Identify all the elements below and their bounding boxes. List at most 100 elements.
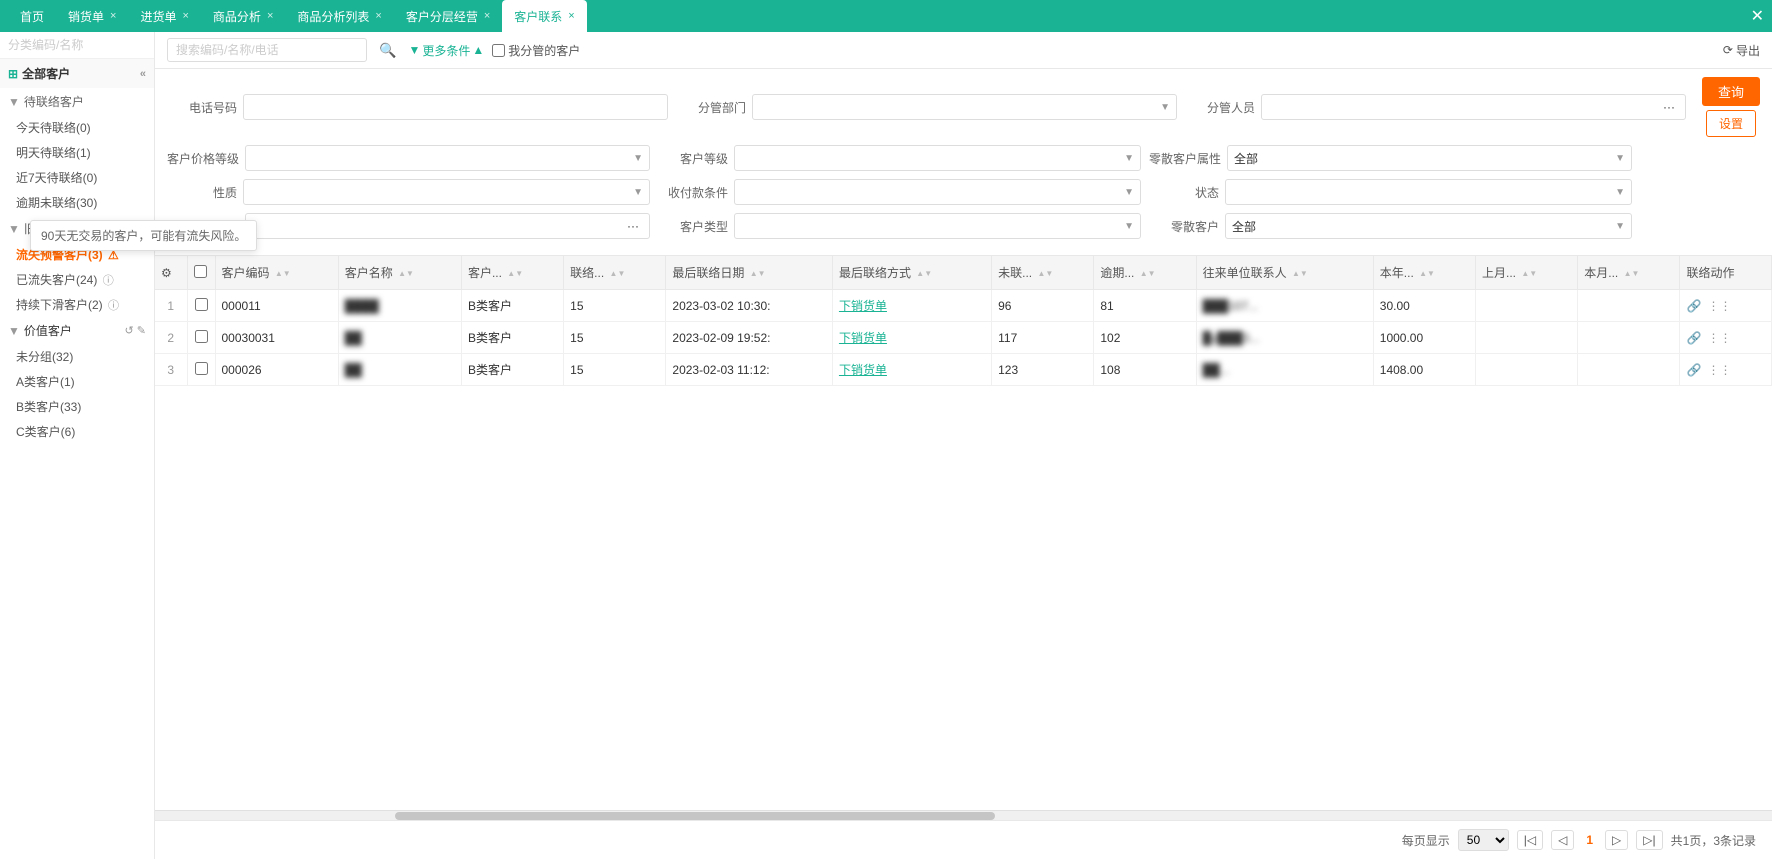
th-overdue: 逾期... ▲▼ [1094, 256, 1196, 290]
sidebar-item-a-class[interactable]: A类客户(1) [0, 369, 154, 394]
sort-notcontact-icon[interactable]: ▲▼ [1037, 270, 1053, 278]
cell-this-month [1578, 322, 1680, 354]
tab-close-product-analysis[interactable]: × [267, 10, 273, 22]
row-checkbox-0[interactable] [195, 298, 208, 311]
sidebar-search-input[interactable] [8, 38, 155, 52]
export-icon: ⟳ [1723, 43, 1733, 57]
first-page-btn[interactable]: |◁ [1517, 830, 1543, 850]
sidebar-item-tomorrow[interactable]: 明天待联络(1) [0, 140, 154, 165]
zero-retail-select[interactable]: 全部 ▼ [1227, 145, 1632, 171]
sidebar-item-declining[interactable]: 持续下滑客户(2) ⓘ [0, 292, 154, 317]
action-link-icon[interactable]: 🔗 [1686, 363, 1701, 377]
action-link-icon[interactable]: 🔗 [1686, 331, 1701, 345]
sidebar-item-7days[interactable]: 近7天待联络(0) [0, 165, 154, 190]
cell-checkbox[interactable] [187, 354, 215, 386]
gender-select[interactable]: ▼ [243, 179, 650, 205]
tab-sales[interactable]: 销货单 × [56, 0, 128, 32]
my-customers-checkbox[interactable]: 我分管的客户 [492, 42, 580, 59]
sort-method-icon[interactable]: ▲▼ [916, 270, 932, 278]
search-input[interactable] [167, 38, 367, 62]
manager-select[interactable]: ··· [1261, 94, 1686, 120]
sidebar-item-lost[interactable]: 已流失客户(24) ⓘ [0, 267, 154, 292]
cell-checkbox[interactable] [187, 322, 215, 354]
sort-date-icon[interactable]: ▲▼ [750, 270, 766, 278]
edit-icons[interactable]: ↺ ✎ [125, 324, 147, 337]
gear-icon[interactable]: ⚙ [161, 266, 172, 280]
sort-code-icon[interactable]: ▲▼ [275, 270, 291, 278]
region-select[interactable]: ··· [245, 213, 650, 239]
cell-contact: 15 [564, 322, 666, 354]
phone-input[interactable] [243, 94, 668, 120]
region-dots-icon[interactable]: ··· [623, 219, 643, 233]
scrollbar-thumb[interactable] [395, 812, 995, 820]
sidebar-item-overdue[interactable]: 逾期未联络(30) [0, 190, 154, 215]
tab-customer-tier[interactable]: 客户分层经营 × [394, 0, 502, 32]
zero-customer-select[interactable]: 全部 ▼ [1225, 213, 1632, 239]
sidebar-item-ungrouped[interactable]: 未分组(32) [0, 344, 154, 369]
cell-checkbox[interactable] [187, 290, 215, 322]
phone-label: 电话号码 [167, 99, 237, 116]
sidebar-item-today[interactable]: 今天待联络(0) [0, 115, 154, 140]
sort-type-icon[interactable]: ▲▼ [507, 270, 523, 278]
sidebar-item-b-class[interactable]: B类客户(33) [0, 394, 154, 419]
sort-lastmonth-icon[interactable]: ▲▼ [1521, 270, 1537, 278]
next-page-btn[interactable]: ▷ [1605, 830, 1628, 850]
th-gear[interactable]: ⚙ [155, 256, 187, 290]
settings-button[interactable]: 设置 [1706, 110, 1756, 137]
sidebar-group-value[interactable]: ▼ 价值客户 ↺ ✎ [0, 317, 154, 344]
price-level-select[interactable]: ▼ [245, 145, 650, 171]
prev-page-btn[interactable]: ◁ [1551, 830, 1574, 850]
tab-product-analysis[interactable]: 商品分析 × [201, 0, 285, 32]
cell-code: 000011 [215, 290, 338, 322]
sort-thismonth-icon[interactable]: ▲▼ [1624, 270, 1640, 278]
select-all-checkbox[interactable] [194, 265, 207, 278]
tab-close-customer-tier[interactable]: × [484, 10, 490, 22]
sort-name-icon[interactable]: ▲▼ [398, 270, 414, 278]
action-link-icon[interactable]: 🔗 [1686, 299, 1701, 313]
sort-unit-icon[interactable]: ▲▼ [1292, 270, 1308, 278]
cell-last-method[interactable]: 下销货单 [832, 322, 991, 354]
manager-dots-icon[interactable]: ··· [1659, 100, 1679, 114]
collapse-icon[interactable]: « [140, 68, 146, 80]
action-menu-icon[interactable]: ⋮⋮ [1707, 331, 1731, 345]
status-label: 状态 [1149, 184, 1219, 201]
cell-unit-contact: ██... [1196, 354, 1373, 386]
tab-customer-contact[interactable]: 客户联系 × [502, 0, 586, 32]
cell-last-method[interactable]: 下销货单 [832, 354, 991, 386]
action-menu-icon[interactable]: ⋮⋮ [1707, 299, 1731, 313]
status-select[interactable]: ▼ [1225, 179, 1632, 205]
tab-purchase[interactable]: 进货单 × [128, 0, 200, 32]
dept-select[interactable]: ▼ [752, 94, 1177, 120]
search-button[interactable]: 🔍 [375, 42, 400, 59]
tab-product-analysis-list[interactable]: 商品分析列表 × [285, 0, 393, 32]
filter-icon: ▼ [408, 43, 420, 57]
sort-overdue-icon[interactable]: ▲▼ [1140, 270, 1156, 278]
tab-close-purchase[interactable]: × [182, 10, 188, 22]
sidebar-group-pending[interactable]: ▼ 待联络客户 [0, 88, 154, 115]
last-page-btn[interactable]: ▷| [1636, 830, 1662, 850]
close-window-icon[interactable]: ✕ [1751, 6, 1764, 26]
tab-close-sales[interactable]: × [110, 10, 116, 22]
query-button[interactable]: 查询 [1702, 77, 1760, 106]
sort-contact-icon[interactable]: ▲▼ [610, 270, 626, 278]
tab-close-product-analysis-list[interactable]: × [375, 10, 381, 22]
cell-last-date: 2023-02-09 19:52: [666, 322, 833, 354]
payment-select[interactable]: ▼ [734, 179, 1141, 205]
per-page-select[interactable]: 50 100 200 [1458, 829, 1509, 851]
row-checkbox-2[interactable] [195, 362, 208, 375]
my-customers-checkbox-input[interactable] [492, 44, 505, 57]
more-filter-button[interactable]: ▼ 更多条件 ▲ [408, 42, 484, 59]
tab-close-customer-contact[interactable]: × [568, 10, 574, 22]
horizontal-scrollbar[interactable] [155, 810, 1772, 820]
sidebar-all-customers[interactable]: ⊞ 全部客户 « [0, 59, 154, 88]
action-menu-icon[interactable]: ⋮⋮ [1707, 363, 1731, 377]
sidebar-item-c-class[interactable]: C类客户(6) [0, 419, 154, 444]
row-checkbox-1[interactable] [195, 330, 208, 343]
export-button[interactable]: ⟳ 导出 [1723, 42, 1760, 59]
cell-last-method[interactable]: 下销货单 [832, 290, 991, 322]
sort-year-icon[interactable]: ▲▼ [1419, 270, 1435, 278]
customer-level-select[interactable]: ▼ [734, 145, 1141, 171]
filter-row-3: 性质 ▼ 收付款条件 ▼ 状态 [167, 179, 1760, 205]
customer-type-select[interactable]: ▼ [734, 213, 1141, 239]
tab-home[interactable]: 首页 [8, 0, 56, 32]
